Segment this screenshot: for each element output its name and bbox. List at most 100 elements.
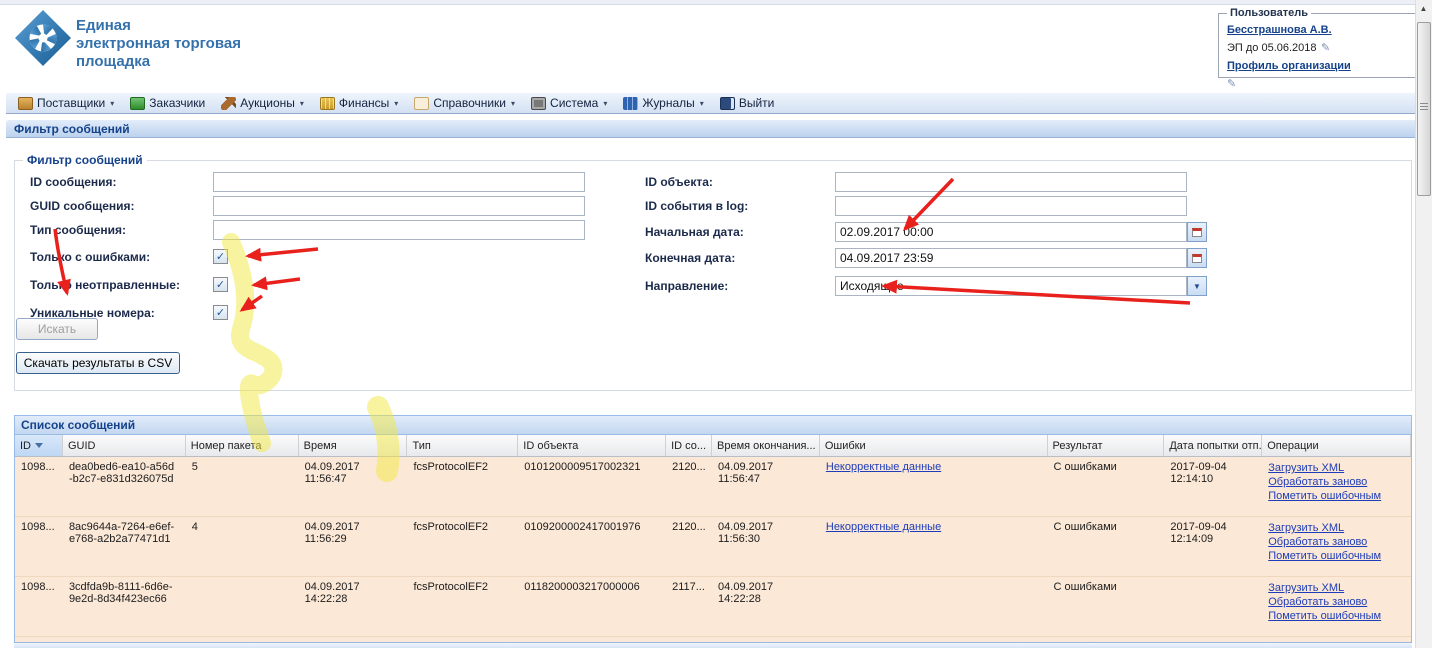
menu-item-suppliers[interactable]: Поставщики ▾ xyxy=(12,94,120,112)
error-link[interactable]: Некорректные данные xyxy=(826,521,941,533)
cell-errors xyxy=(820,577,1048,636)
grid-body: 1098... dea0bed6-ea10-a56d -b2c7-e831d326… xyxy=(15,457,1411,645)
column-header-операции[interactable]: Операции xyxy=(1262,435,1411,456)
column-header-label: Время окончания... xyxy=(717,439,816,452)
grid-title: Список сообщений xyxy=(15,416,1411,435)
calendar-trigger-button[interactable] xyxy=(1187,222,1207,242)
filter-label: ID события в log: xyxy=(645,199,749,213)
column-header-тип[interactable]: Тип xyxy=(407,435,519,456)
cell-packet: 4 xyxy=(191,521,198,533)
filter-label: Тип сообщения: xyxy=(30,223,126,237)
cell-end_time: 04.09.2017 11:56:47 xyxy=(718,461,774,485)
filter-label: Начальная дата: xyxy=(645,225,744,239)
menu-item-reference[interactable]: Справочники ▾ xyxy=(408,94,521,112)
user-name-link[interactable]: Бесстрашнова А.В. xyxy=(1227,24,1332,36)
org-profile-link[interactable]: Профиль организации xyxy=(1227,60,1351,72)
filter-input-2[interactable] xyxy=(213,196,585,216)
scrollbar-thumb[interactable] xyxy=(1417,22,1431,196)
error-link[interactable]: Некорректные данные xyxy=(826,461,941,473)
menu-item-label: Заказчики xyxy=(149,96,206,110)
cell-type: fcsProtocolEF2 xyxy=(413,461,489,473)
cell-operations: Загрузить XML Обработать заново Пометить о… xyxy=(1262,577,1411,636)
column-header-id-объекта[interactable]: ID объекта xyxy=(518,435,667,456)
direction-field[interactable] xyxy=(835,276,1187,296)
filter-label: ID объекта: xyxy=(645,175,713,189)
checkbox-1[interactable]: ✓ xyxy=(213,249,228,264)
filter-input-right-2[interactable] xyxy=(835,196,1187,216)
operation-link-пометить[interactable]: Пометить ошибочным xyxy=(1268,549,1405,563)
calendar-trigger-button[interactable] xyxy=(1187,248,1207,268)
cell-time: 04.09.2017 14:22:28 xyxy=(304,581,360,605)
filter-input-right-4[interactable] xyxy=(835,248,1187,268)
operation-link-пометить[interactable]: Пометить ошибочным xyxy=(1268,489,1405,503)
edit-pencil-icon[interactable]: ✎ xyxy=(1321,42,1330,54)
paging-toolbar-edge xyxy=(14,642,1412,648)
operation-link-обработать[interactable]: Обработать заново xyxy=(1268,475,1405,489)
operation-link-пометить[interactable]: Пометить ошибочным xyxy=(1268,609,1405,623)
cell-type: fcsProtocolEF2 xyxy=(413,521,489,533)
column-header-id[interactable]: ID xyxy=(15,435,63,456)
operation-link-загрузить[interactable]: Загрузить XML xyxy=(1268,581,1405,595)
app-window: Единая электронная торговая площадка Пол… xyxy=(0,0,1432,648)
column-header-label: Номер пакета xyxy=(190,439,262,452)
download-csv-button[interactable]: Скачать результаты в CSV xyxy=(16,352,180,374)
operation-link-обработать[interactable]: Обработать заново xyxy=(1268,535,1405,549)
vertical-scrollbar[interactable]: ▲ xyxy=(1415,0,1432,648)
menu-item-label: Справочники xyxy=(433,96,507,110)
cert-info: ЭП до 05.06.2018 xyxy=(1227,42,1317,54)
exit-icon xyxy=(719,96,735,110)
column-header-время[interactable]: Время xyxy=(299,435,408,456)
column-header-дата-попытки-отп-[interactable]: Дата попытки отп... xyxy=(1164,435,1263,456)
cell-operations: Загрузить XML Обработать заново Пометить о… xyxy=(1262,457,1411,516)
checkbox-3[interactable]: ✓ xyxy=(213,305,228,320)
table-row[interactable]: 1098... 3cdfda9b-8111-6d6e- 9e2d-8d34f423… xyxy=(15,577,1411,637)
checkbox-2[interactable]: ✓ xyxy=(213,277,228,292)
cell-time: 04.09.2017 11:56:29 xyxy=(304,521,360,545)
column-header-id-со-[interactable]: ID со... xyxy=(666,435,713,456)
cell-errors: Некорректные данные xyxy=(820,457,1048,516)
cell-errors: Некорректные данные xyxy=(820,517,1048,576)
chevron-down-icon: ▾ xyxy=(394,98,399,108)
cell-guid: 8ac9644a-7264-e6ef- e768-a2b2a77471d1 xyxy=(68,521,175,545)
cell-time: 04.09.2017 11:56:47 xyxy=(304,461,360,485)
cell-id_so: 2117... xyxy=(672,581,705,593)
cell-object_id: 0109200002417001976 xyxy=(524,521,641,533)
menu-item-auctions[interactable]: Аукционы ▾ xyxy=(215,94,310,112)
select-trigger-button[interactable]: ▼ xyxy=(1187,276,1207,296)
filter-input-3[interactable] xyxy=(213,220,585,240)
cell-guid: dea0bed6-ea10-a56d -b2c7-e831d326075d xyxy=(68,461,175,485)
table-row[interactable]: 1098... dea0bed6-ea10-a56d -b2c7-e831d326… xyxy=(15,457,1411,517)
filter-label: GUID сообщения: xyxy=(30,199,135,213)
checkbox-label: Только с ошибками: xyxy=(30,250,151,264)
column-header-время-окончания-[interactable]: Время окончания... xyxy=(712,435,820,456)
cell-object_id: 0101200009517002321 xyxy=(524,461,641,473)
column-header-ошибки[interactable]: Ошибки xyxy=(820,435,1048,456)
filter-input-right-1[interactable] xyxy=(835,172,1187,192)
menu-item-exit[interactable]: Выйти xyxy=(714,94,781,112)
menu-item-system[interactable]: Система ▾ xyxy=(525,94,613,112)
column-header-guid[interactable]: GUID xyxy=(63,435,186,456)
cell-guid: 3cdfda9b-8111-6d6e- 9e2d-8d34f423ec66 xyxy=(68,581,173,605)
column-header-label: ID объекта xyxy=(523,439,579,452)
operation-link-загрузить[interactable]: Загрузить XML xyxy=(1268,461,1405,475)
cell-object_id: 0118200003217000006 xyxy=(524,581,640,593)
table-row[interactable]: 1098... 8ac9644a-7264-e6ef- e768-a2b2a774… xyxy=(15,517,1411,577)
operation-link-загрузить[interactable]: Загрузить XML xyxy=(1268,521,1405,535)
column-header-результат[interactable]: Результат xyxy=(1048,435,1165,456)
operation-link-обработать[interactable]: Обработать заново xyxy=(1268,595,1405,609)
cell-result: С ошибками xyxy=(1053,461,1117,473)
cell-attempt: 2017-09-04 12:14:10 xyxy=(1170,461,1227,485)
chevron-down-icon: ▾ xyxy=(699,98,704,108)
eetp-logo-icon xyxy=(15,10,71,66)
filter-input-right-3[interactable] xyxy=(835,222,1187,242)
menu-item-finance[interactable]: Финансы ▾ xyxy=(314,94,404,112)
scroll-up-icon[interactable]: ▲ xyxy=(1418,3,1429,15)
app-title: Единая электронная торговая площадка xyxy=(76,17,241,70)
grid-header-row: ID GUID Номер пакета Время Тип ID объекта ID с… xyxy=(15,435,1411,457)
column-header-номер-пакета[interactable]: Номер пакета xyxy=(186,435,299,456)
menu-item-customers[interactable]: Заказчики xyxy=(124,94,211,112)
menu-item-journals[interactable]: Журналы ▾ xyxy=(617,94,709,112)
search-button[interactable]: Искать xyxy=(16,318,98,340)
filter-input-1[interactable] xyxy=(213,172,585,192)
edit-pencil-icon[interactable]: ✎ xyxy=(1227,78,1236,90)
